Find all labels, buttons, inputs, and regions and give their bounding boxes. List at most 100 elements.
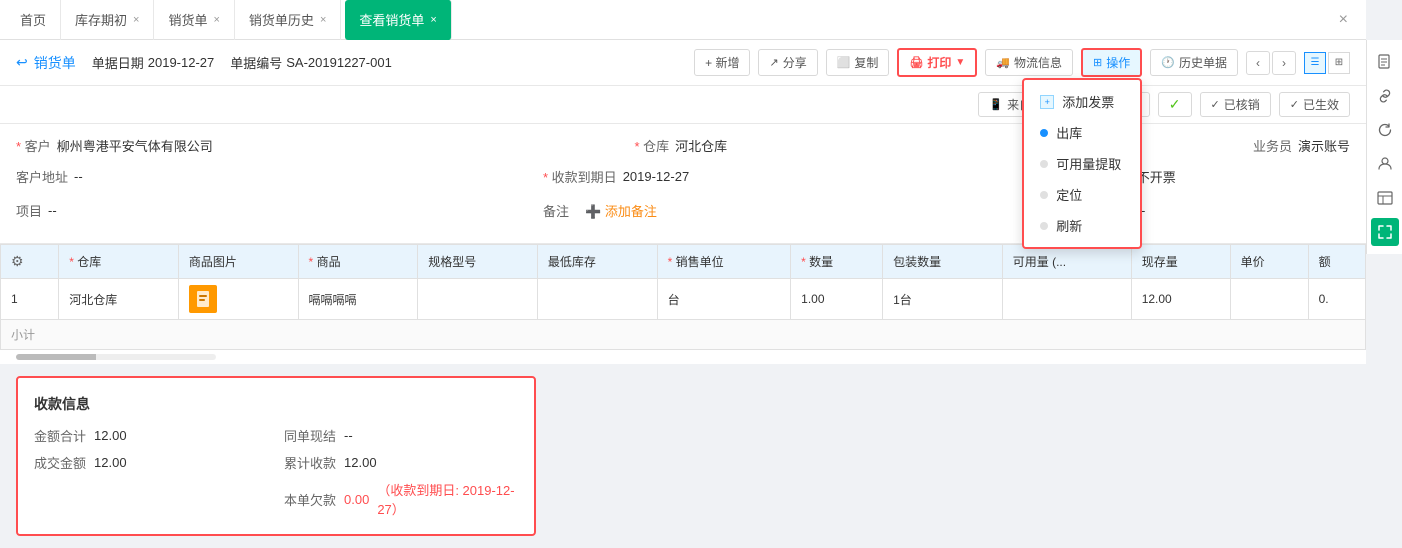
same-order-label: 同单现结	[284, 426, 336, 445]
refresh-item[interactable]: 刷新	[1024, 210, 1140, 241]
form-row-2: 客户地址 -- 收款到期日 2019-12-27 票据类型 不开票	[16, 167, 1350, 186]
sidebar-doc-icon[interactable]	[1371, 48, 1399, 76]
sold-btn[interactable]: ✓ 已核销	[1200, 92, 1271, 117]
tab-sales-history[interactable]: 销货单历史 ×	[235, 0, 341, 40]
staff-field: 业务员 演示账号	[1253, 136, 1350, 155]
doc-date-meta: 单据日期 2019-12-27	[92, 53, 215, 72]
form-row-1: 客户 柳州粤港平安气体有限公司 仓库 河北仓库 业务员 演示账号	[16, 136, 1350, 155]
out-warehouse-dot	[1040, 129, 1048, 137]
cell-qty: 1.00	[791, 279, 883, 320]
amount-total-value: 12.00	[94, 428, 127, 443]
th-product: 商品	[298, 245, 418, 279]
warehouse-label: 仓库	[634, 136, 669, 155]
check-icon: ✓	[1169, 96, 1181, 113]
next-arrow[interactable]: ›	[1272, 51, 1296, 75]
tab-view-sales[interactable]: 查看销货单 ×	[345, 0, 451, 40]
th-pack-qty: 包装数量	[883, 245, 1003, 279]
address-value: --	[74, 169, 83, 184]
locate-dot	[1040, 191, 1048, 199]
tab-home[interactable]: 首页	[10, 0, 61, 40]
th-settings: ⚙	[1, 245, 59, 279]
available-dot	[1040, 160, 1048, 168]
cell-product-img	[178, 279, 298, 320]
copy-button[interactable]: ⬜ 复制	[826, 49, 890, 76]
list-view-btn[interactable]: ☰	[1304, 52, 1326, 74]
product-img-thumb	[189, 285, 217, 313]
this-order-due-value: 0.00	[344, 492, 369, 507]
payment-box: 收款信息 金额合计 12.00 同单现结 -- 成交金额 12.00 累计收款 …	[16, 376, 536, 536]
add-invoice-item[interactable]: + 添加发票	[1024, 86, 1140, 117]
this-order-due-row: 本单欠款 0.00 （收款到期日: 2019-12-27）	[284, 480, 518, 518]
cell-spec	[418, 279, 538, 320]
refresh-dot	[1040, 222, 1048, 230]
doc-header: ↩ 销货单 单据日期 2019-12-27 单据编号 SA-20191227-0…	[0, 40, 1366, 86]
same-order-value: --	[344, 428, 353, 443]
tab-bar: 首页 库存期初 × 销货单 × 销货单历史 × 查看销货单 × ×	[0, 0, 1366, 40]
out-warehouse-item[interactable]: 出库	[1024, 117, 1140, 148]
warehouse-value: 河北仓库	[675, 136, 727, 155]
doc-title: ↩ 销货单	[16, 53, 76, 73]
confirm-btn[interactable]: ✓	[1158, 92, 1192, 117]
sidebar-expand-icon[interactable]	[1371, 218, 1399, 246]
tab-sales-close[interactable]: ×	[213, 14, 219, 26]
sidebar-link-icon[interactable]	[1371, 82, 1399, 110]
sub-action-row: 📱 来自手机 🔘 未开票 ✓ ✓ 已核销 ✓ 已生效	[0, 86, 1366, 124]
th-product-img: 商品图片	[178, 245, 298, 279]
right-sidebar	[1366, 40, 1402, 254]
effect-btn[interactable]: ✓ 已生效	[1279, 92, 1350, 117]
logistics-button[interactable]: 🚚 物流信息	[985, 49, 1073, 76]
th-available: 可用量 (...	[1002, 245, 1131, 279]
scroll-indicator[interactable]	[16, 354, 216, 360]
th-spec: 规格型号	[418, 245, 538, 279]
sidebar-user-icon[interactable]	[1371, 150, 1399, 178]
due-date-field: 收款到期日 2019-12-27	[543, 167, 823, 186]
th-qty: 数量	[791, 245, 883, 279]
cell-warehouse: 河北仓库	[59, 279, 179, 320]
tab-sales[interactable]: 销货单 ×	[154, 0, 234, 40]
subtotal-row: 小计	[1, 320, 1366, 350]
tab-history-close[interactable]: ×	[320, 14, 326, 26]
cell-unit-price	[1230, 279, 1308, 320]
tab-view-close[interactable]: ×	[430, 14, 436, 26]
cell-available	[1002, 279, 1131, 320]
tab-inventory-close[interactable]: ×	[133, 14, 139, 26]
print-button[interactable]: 🖨 打印 ▼	[897, 48, 977, 77]
cumulative-value: 12.00	[344, 455, 377, 470]
customer-value: 柳州粤港平安气体有限公司	[57, 136, 213, 155]
note-field: 备注 ➕ 添加备注	[543, 198, 823, 223]
cell-amount: 0.	[1308, 279, 1365, 320]
due-date-label: 收款到期日	[543, 167, 617, 186]
prev-arrow[interactable]: ‹	[1246, 51, 1270, 75]
tab-inventory[interactable]: 库存期初 ×	[61, 0, 154, 40]
this-order-due-label: 本单欠款	[284, 490, 336, 509]
address-field: 客户地址 --	[16, 167, 296, 186]
sidebar-refresh-icon[interactable]	[1371, 116, 1399, 144]
operation-button[interactable]: ⊞ 操作	[1081, 48, 1142, 77]
project-value: --	[48, 203, 57, 218]
cell-row-num: 1	[1, 279, 59, 320]
add-note-btn[interactable]: ➕ 添加备注	[575, 198, 667, 223]
payment-grid: 金额合计 12.00 同单现结 -- 成交金额 12.00 累计收款 12.00…	[34, 426, 518, 518]
warehouse-field: 仓库 河北仓库	[634, 136, 914, 155]
cell-product: 嗝嗝嗝嗝	[298, 279, 418, 320]
same-order-row: 同单现结 --	[284, 426, 518, 445]
grid-view-btn[interactable]: ⊞	[1328, 52, 1350, 74]
product-table-wrapper: ⚙ 仓库 商品图片 商品 规格型号 最低库存 销售单位 数量 包装数量 可用量 …	[0, 244, 1366, 364]
cumulative-label: 累计收款	[284, 453, 336, 472]
th-min-stock: 最低库存	[537, 245, 657, 279]
amount-total-label: 金额合计	[34, 426, 86, 445]
window-close[interactable]: ×	[1331, 11, 1356, 29]
locate-item[interactable]: 定位	[1024, 179, 1140, 210]
ticket-type-value: 不开票	[1137, 167, 1176, 186]
share-button[interactable]: ↗ 分享	[758, 49, 817, 76]
nav-arrows: ‹ ›	[1246, 51, 1296, 75]
new-button[interactable]: + 新增	[694, 49, 750, 76]
staff-value: 演示账号	[1298, 136, 1350, 155]
sidebar-table-icon[interactable]	[1371, 184, 1399, 212]
th-warehouse: 仓库	[59, 245, 179, 279]
history-button[interactable]: 🕐 历史单据	[1150, 49, 1238, 76]
cell-stock: 12.00	[1131, 279, 1230, 320]
th-stock: 现存量	[1131, 245, 1230, 279]
cell-pack-qty: 1台	[883, 279, 1003, 320]
available-pickup-item[interactable]: 可用量提取	[1024, 148, 1140, 179]
